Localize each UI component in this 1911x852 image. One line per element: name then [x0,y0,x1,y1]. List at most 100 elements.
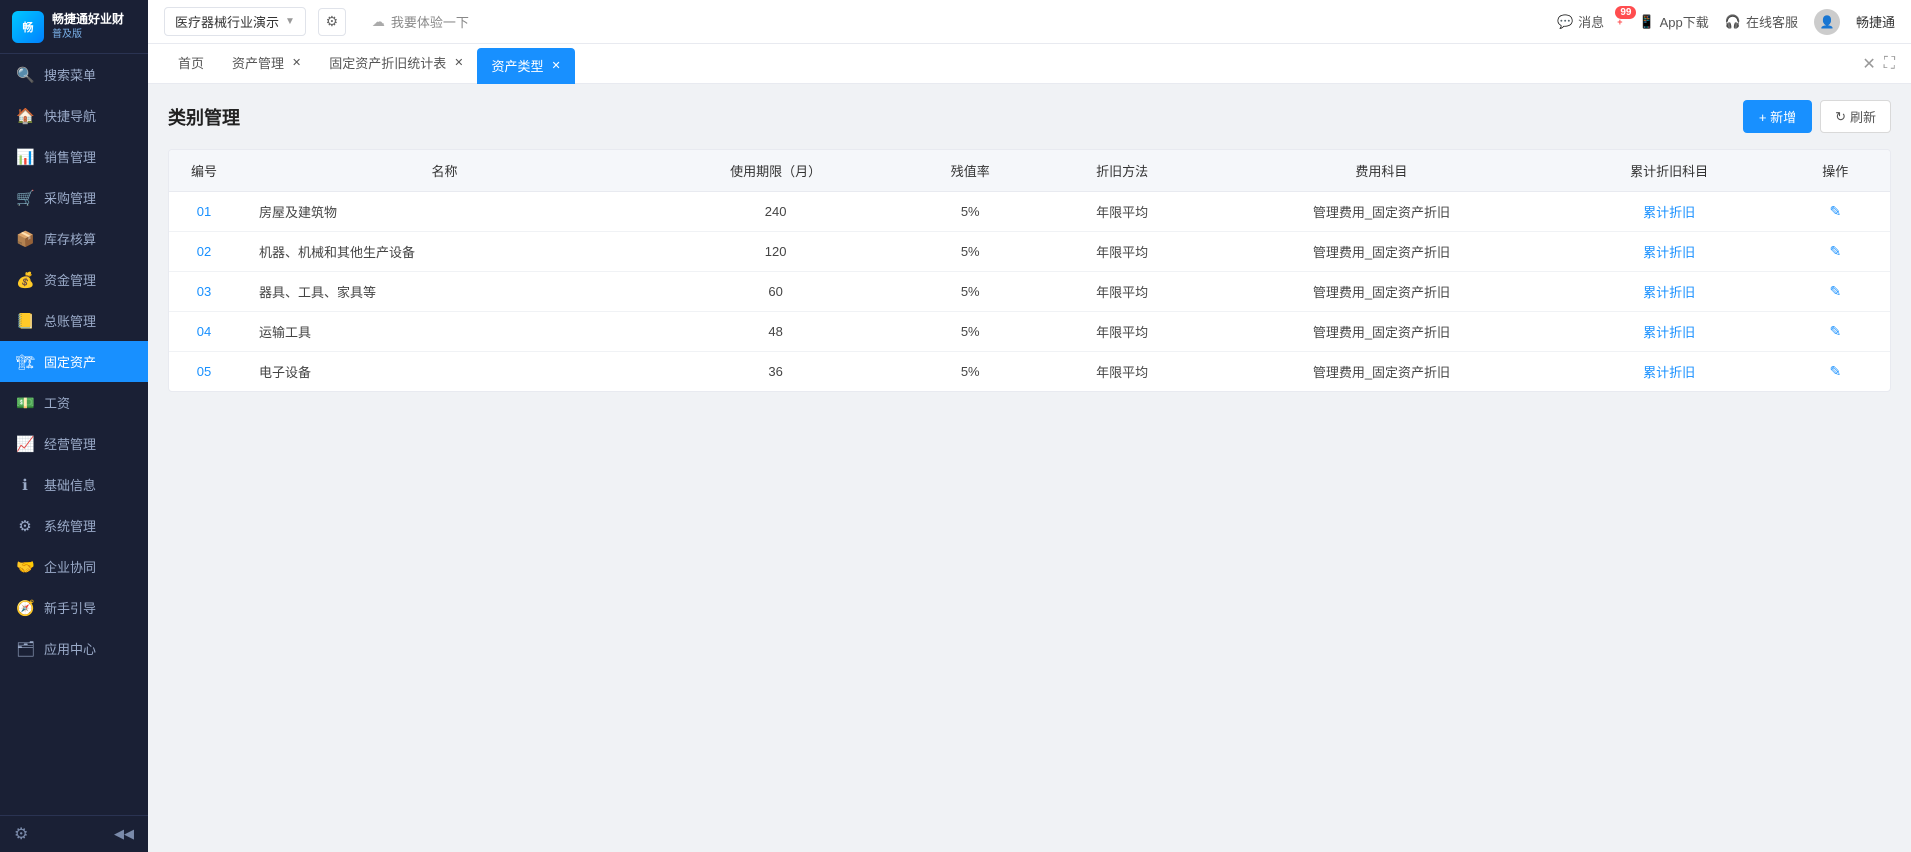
sidebar-item-guide[interactable]: 🧭 新手引导 [0,587,148,628]
cell-name: 电子设备 [239,352,650,392]
cell-expense: 管理费用_固定资产折旧 [1205,352,1557,392]
quick-nav-icon: 🏠 [16,107,34,125]
cell-acc-dep: 累计折旧 [1558,192,1781,232]
sidebar-label-inventory: 库存核算 [44,229,96,248]
table-col-header: 名称 [239,150,650,192]
refresh-button[interactable]: ↻ 刷新 [1820,100,1891,133]
cell-edit[interactable]: ✎ [1781,232,1890,272]
cell-method: 年限平均 [1039,232,1205,272]
tab-close-fixed-asset-stat[interactable]: ✕ [454,56,463,69]
sidebar-logo: 畅 畅捷通好业财 普及版 [0,0,148,54]
cell-edit[interactable]: ✎ [1781,312,1890,352]
module-settings-button[interactable]: ⚙ [318,8,346,36]
cell-acc-dep: 累计折旧 [1558,352,1781,392]
inventory-icon: 📦 [16,230,34,248]
cell-acc-dep: 累计折旧 [1558,312,1781,352]
cell-residual: 5% [901,352,1039,392]
sidebar-item-ledger[interactable]: 📒 总账管理 [0,300,148,341]
messages-button[interactable]: 💬 消息 99 + [1557,12,1622,31]
sidebar-label-app-center: 应用中心 [44,639,96,658]
sidebar-label-purchase: 采购管理 [44,188,96,207]
sidebar-item-fixed-asset[interactable]: 🏗 固定资产 [0,341,148,382]
cell-edit[interactable]: ✎ [1781,352,1890,392]
sidebar-item-operations[interactable]: 📈 经营管理 [0,423,148,464]
trial-button[interactable]: ☁ 我要体验一下 [362,8,479,35]
cloud-icon: ☁ [372,14,385,30]
capital-icon: 💰 [16,271,34,289]
cell-expense: 管理费用_固定资产折旧 [1205,272,1557,312]
sidebar-item-system[interactable]: ⚙ 系统管理 [0,505,148,546]
sidebar-label-system: 系统管理 [44,516,96,535]
user-name-label[interactable]: 畅捷通 [1856,12,1895,31]
cell-code: 04 [169,312,239,352]
tab-close-asset-type[interactable]: ✕ [552,59,561,72]
sidebar-item-base-info[interactable]: ℹ 基础信息 [0,464,148,505]
cell-edit[interactable]: ✎ [1781,272,1890,312]
collapse-icon[interactable]: ◀◀ [114,826,134,842]
cell-edit[interactable]: ✎ [1781,192,1890,232]
ledger-icon: 📒 [16,312,34,330]
cell-period: 240 [650,192,901,232]
avatar-icon: 👤 [1820,15,1835,29]
sidebar-item-capital[interactable]: 💰 资金管理 [0,259,148,300]
topbar-right: 💬 消息 99 + 📱 App下载 🎧 在线客服 👤 畅捷通 [1557,9,1895,35]
sales-icon: 📊 [16,148,34,166]
table-col-header: 费用科目 [1205,150,1557,192]
main-area: 医疗器械行业演示 ▼ ⚙ ☁ 我要体验一下 💬 消息 99 + 📱 App下载 … [148,0,1911,852]
cell-acc-dep: 累计折旧 [1558,272,1781,312]
cell-name: 运输工具 [239,312,650,352]
tab-close-asset-mgmt[interactable]: ✕ [292,56,301,69]
settings-icon[interactable]: ⚙ [14,824,28,844]
sidebar-label-salary: 工资 [44,393,70,412]
sidebar-label-enterprise: 企业协同 [44,557,96,576]
cell-method: 年限平均 [1039,272,1205,312]
cell-code: 05 [169,352,239,392]
user-avatar[interactable]: 👤 [1814,9,1840,35]
sidebar-item-salary[interactable]: 💵 工资 [0,382,148,423]
sidebar-item-purchase[interactable]: 🛒 采购管理 [0,177,148,218]
cell-period: 60 [650,272,901,312]
tab-label-asset-type: 资产类型 [491,56,543,75]
module-select[interactable]: 医疗器械行业演示 ▼ [164,7,306,36]
sidebar-item-inventory[interactable]: 📦 库存核算 [0,218,148,259]
data-table: 编号名称使用期限（月）残值率折旧方法费用科目累计折旧科目操作 01房屋及建筑物2… [169,150,1890,391]
new-button[interactable]: + 新增 [1743,100,1812,133]
maximize-window-icon[interactable]: ⛶ [1884,55,1895,73]
sidebar-item-enterprise[interactable]: 🤝 企业协同 [0,546,148,587]
salary-icon: 💵 [16,394,34,412]
app-download-button[interactable]: 📱 App下载 [1638,12,1708,31]
topbar: 医疗器械行业演示 ▼ ⚙ ☁ 我要体验一下 💬 消息 99 + 📱 App下载 … [148,0,1911,44]
tab-asset-mgmt[interactable]: 资产管理 ✕ [218,44,315,84]
app-download-label: App下载 [1660,12,1709,31]
cell-code: 02 [169,232,239,272]
tab-home[interactable]: 首页 [164,44,218,84]
sidebar-item-app-center[interactable]: 🗂 应用中心 [0,628,148,669]
cell-residual: 5% [901,312,1039,352]
cell-name: 房屋及建筑物 [239,192,650,232]
online-service-label: 在线客服 [1746,12,1798,31]
cell-method: 年限平均 [1039,192,1205,232]
sidebar-label-fixed-asset: 固定资产 [44,352,96,371]
cell-period: 48 [650,312,901,352]
sidebar-bottom: ⚙ ◀◀ [0,815,148,852]
sidebar-item-sales[interactable]: 📊 销售管理 [0,136,148,177]
online-service-button[interactable]: 🎧 在线客服 [1725,12,1798,31]
cell-acc-dep: 累计折旧 [1558,232,1781,272]
sidebar-label-quick-nav: 快捷导航 [44,106,96,125]
tab-fixed-asset-stat[interactable]: 固定资产折旧统计表✕ [315,44,477,84]
close-window-icon[interactable]: ✕ [1862,54,1875,74]
cell-residual: 5% [901,232,1039,272]
sidebar-label-operations: 经营管理 [44,434,96,453]
cell-method: 年限平均 [1039,312,1205,352]
tabs-bar: 首页资产管理✕固定资产折旧统计表✕资产类型✕ ✕ ⛶ [148,44,1911,84]
table-col-header: 累计折旧科目 [1558,150,1781,192]
tab-label-asset-mgmt: 资产管理 [232,53,284,72]
sidebar-item-search[interactable]: 🔍 搜索菜单 [0,54,148,95]
operations-icon: 📈 [16,435,34,453]
guide-icon: 🧭 [16,599,34,617]
sidebar-item-quick-nav[interactable]: 🏠 快捷导航 [0,95,148,136]
system-icon: ⚙ [16,517,34,535]
cell-residual: 5% [901,192,1039,232]
sidebar-label-capital: 资金管理 [44,270,96,289]
tab-asset-type[interactable]: 资产类型 ✕ [477,48,574,84]
